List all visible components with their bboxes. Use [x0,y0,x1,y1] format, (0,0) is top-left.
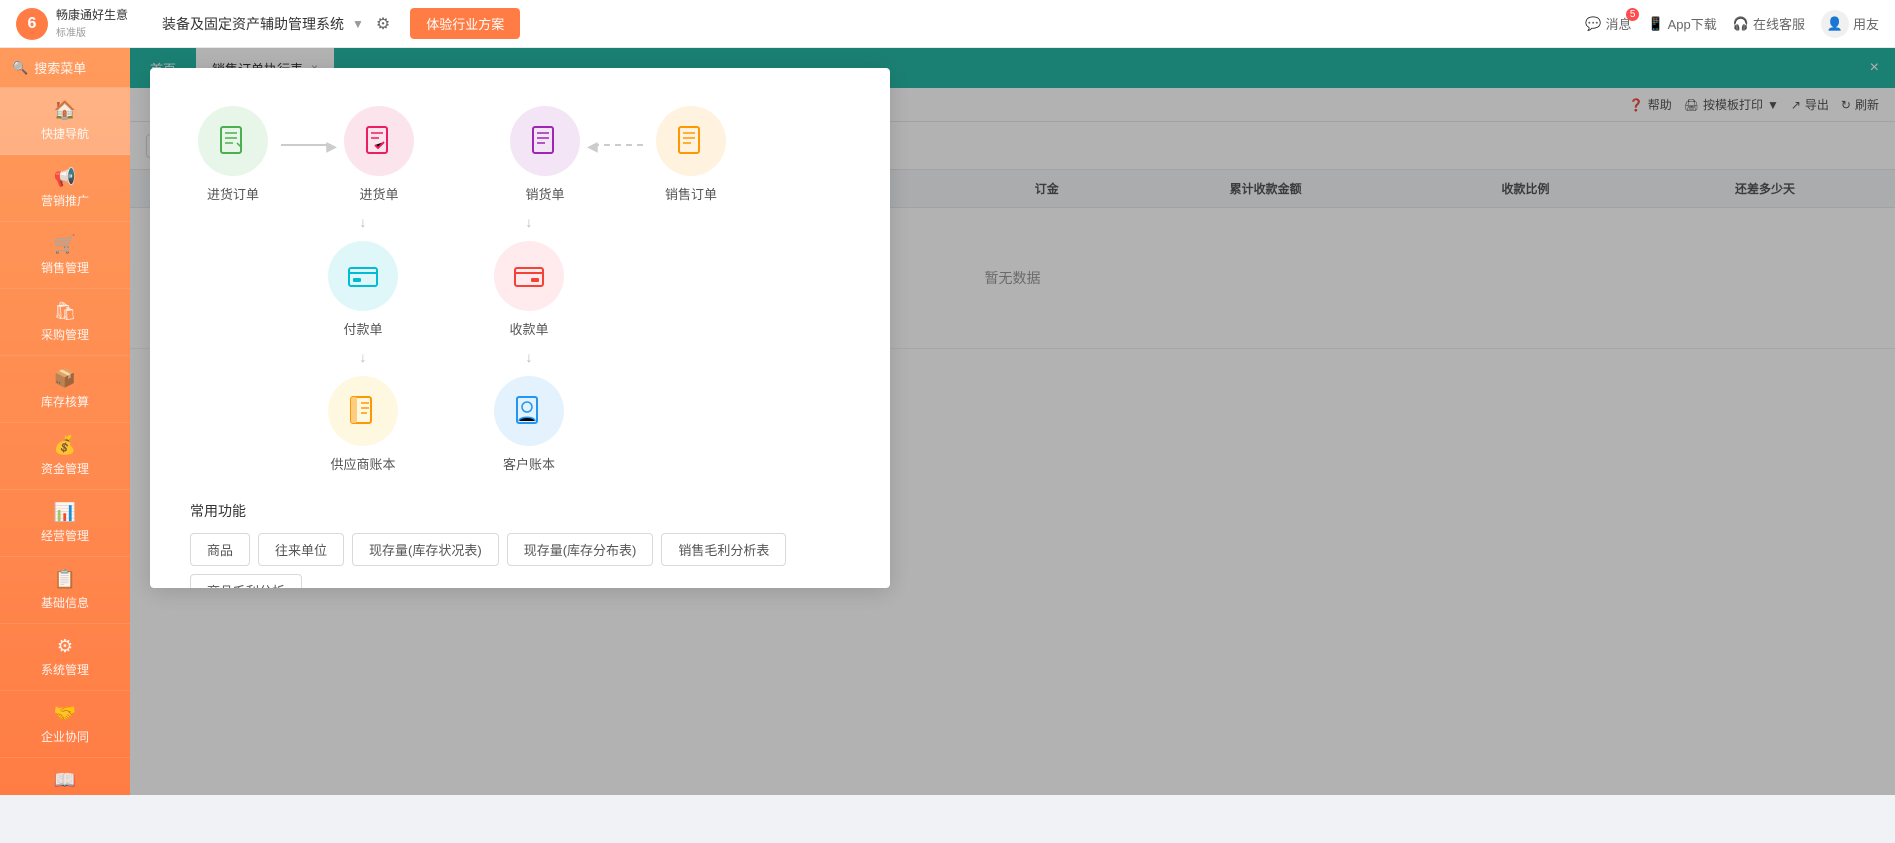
chart-icon: 📊 [54,502,76,523]
sales-bill-label: 销货单 [525,184,564,203]
money-icon: 💰 [54,435,76,456]
handshake-icon: 🤝 [54,703,76,724]
logo-icon: 6 [16,8,48,40]
sidebar-item-basic[interactable]: 📋 基础信息 [0,557,130,624]
supplier-ledger-icon [328,376,398,446]
sidebar-item-guide[interactable]: 📖 新手引导 [0,758,130,795]
sales-order-label: 销售订单 [665,184,717,203]
logo-name: 畅康通好生意 [56,8,128,24]
sales-order-icon [656,106,726,176]
sidebar: 🔍 搜索菜单 🏠 快捷导航 📢 营销推广 🛒 销售管理 🛍 采购管理 📦 库存核… [0,48,130,795]
cart-icon: 🛒 [54,234,76,255]
modal-body: 进货订单 ▶ 进货单 [150,68,890,588]
flow-node-payment-bill[interactable]: 付款单 [320,233,406,346]
service-icon: 🎧 [1733,16,1749,32]
receipt-bill-label: 收款单 [509,319,548,338]
settings-icon[interactable]: ⚙ [376,14,390,34]
func-button[interactable]: 往来单位 [258,533,344,566]
sidebar-item-operation[interactable]: 📊 经营管理 [0,490,130,557]
sidebar-item-label: 销售管理 [41,259,89,276]
avatar: 👤 [1821,10,1849,38]
trial-button[interactable]: 体验行业方案 [410,8,520,39]
sidebar-item-cooperation[interactable]: 🤝 企业协同 [0,691,130,758]
arrow-down-receipt: ↓ [526,346,533,368]
func-button[interactable]: 商品 [190,533,250,566]
supplier-ledger-label: 供应商账本 [330,454,395,473]
sidebar-item-marketing[interactable]: 📢 营销推广 [0,155,130,222]
bag-icon: 🛍 [54,301,77,322]
sidebar-item-label: 快捷导航 [41,125,89,142]
purchase-bill-label: 进货单 [359,184,398,203]
app-download-action[interactable]: 📱 App下载 [1647,14,1716,33]
sidebar-item-finance[interactable]: 💰 资金管理 [0,423,130,490]
top-header: 6 畅康通好生意 标准版 装备及固定资产辅助管理系统 ▼ ⚙ 体验行业方案 💬 … [0,0,1895,48]
megaphone-icon: 📢 [54,167,76,188]
customer-ledger-icon [494,376,564,446]
flow-node-sales-order[interactable]: 销售订单 [648,98,734,211]
sidebar-item-label: 采购管理 [41,326,89,343]
sidebar-item-label: 经营管理 [41,527,89,544]
sidebar-item-system[interactable]: ⚙ 系统管理 [0,624,130,691]
func-button[interactable]: 商品毛利分析 [190,574,302,588]
box-icon: 📦 [54,368,76,389]
flow-node-sales-bill[interactable]: 销货单 [502,98,588,211]
user-name: 用友 [1853,14,1879,33]
sidebar-item-sales[interactable]: 🛒 销售管理 [0,222,130,289]
common-functions: 常用功能 商品往来单位现存量(库存状况表)现存量(库存分布表)销售毛利分析表商品… [190,501,850,588]
func-button[interactable]: 销售毛利分析表 [661,533,786,566]
sidebar-item-label: 营销推广 [41,192,89,209]
search-menu[interactable]: 🔍 搜索菜单 [0,48,130,88]
dropdown-arrow-icon[interactable]: ▼ [352,17,364,31]
flow-node-purchase-bill[interactable]: 进货单 [336,98,422,211]
flow-node-purchase-order[interactable]: 进货订单 [190,98,276,211]
payment-bill-label: 付款单 [343,319,382,338]
flow-node-receipt-bill[interactable]: 收款单 [486,233,572,346]
sales-bill-icon [510,106,580,176]
purchase-order-label: 进货订单 [207,184,259,203]
sidebar-item-label: 企业协同 [41,728,89,745]
arrow-down-payment: ↓ [360,346,367,368]
payment-bill-icon [328,241,398,311]
func-button[interactable]: 现存量(库存状况表) [352,533,499,566]
common-functions-title: 常用功能 [190,501,850,521]
function-buttons: 商品往来单位现存量(库存状况表)现存量(库存分布表)销售毛利分析表商品毛利分析销… [190,533,850,588]
system-title: 装备及固定资产辅助管理系统 [162,14,344,34]
quick-nav-modal: 进货订单 ▶ 进货单 [150,68,890,588]
user-action[interactable]: 👤 用友 [1821,10,1879,38]
arrow-down-purchase: ↓ [360,211,367,233]
system-title-area: 装备及固定资产辅助管理系统 ▼ ⚙ 体验行业方案 [146,8,1585,39]
sidebar-item-quick-nav[interactable]: 🏠 快捷导航 [0,88,130,155]
online-service-action[interactable]: 🎧 在线客服 [1733,14,1805,33]
logo-sub: 标准版 [56,24,128,39]
arrow-down-sales: ↓ [526,211,533,233]
sidebar-item-label: 资金管理 [41,460,89,477]
home-icon: 🏠 [54,100,76,121]
receipt-bill-icon [494,241,564,311]
sidebar-item-purchase[interactable]: 🛍 采购管理 [0,289,130,356]
customer-ledger-label: 客户账本 [503,454,555,473]
modal-overlay[interactable]: 进货订单 ▶ 进货单 [130,48,1895,795]
sidebar-item-label: 基础信息 [41,594,89,611]
gear-icon: ⚙ [57,636,73,657]
message-icon: 💬 [1585,16,1601,32]
flow-node-supplier-ledger[interactable]: 供应商账本 [320,368,406,481]
func-button[interactable]: 现存量(库存分布表) [507,533,654,566]
sidebar-item-label: 系统管理 [41,661,89,678]
purchase-bill-icon [344,106,414,176]
logo-area: 6 畅康通好生意 标准版 [16,8,146,40]
sidebar-item-label: 库存核算 [41,393,89,410]
download-icon: 📱 [1647,16,1663,32]
clipboard-icon: 📋 [54,569,76,590]
header-right: 💬 消息 5 📱 App下载 🎧 在线客服 👤 用友 [1585,10,1879,38]
book-icon: 📖 [54,770,76,791]
message-action[interactable]: 💬 消息 5 [1585,14,1631,33]
message-badge: 5 [1626,8,1640,21]
flow-node-customer-ledger[interactable]: 客户账本 [486,368,572,481]
search-icon: 🔍 [12,60,28,76]
purchase-order-icon [198,106,268,176]
sidebar-item-inventory[interactable]: 📦 库存核算 [0,356,130,423]
